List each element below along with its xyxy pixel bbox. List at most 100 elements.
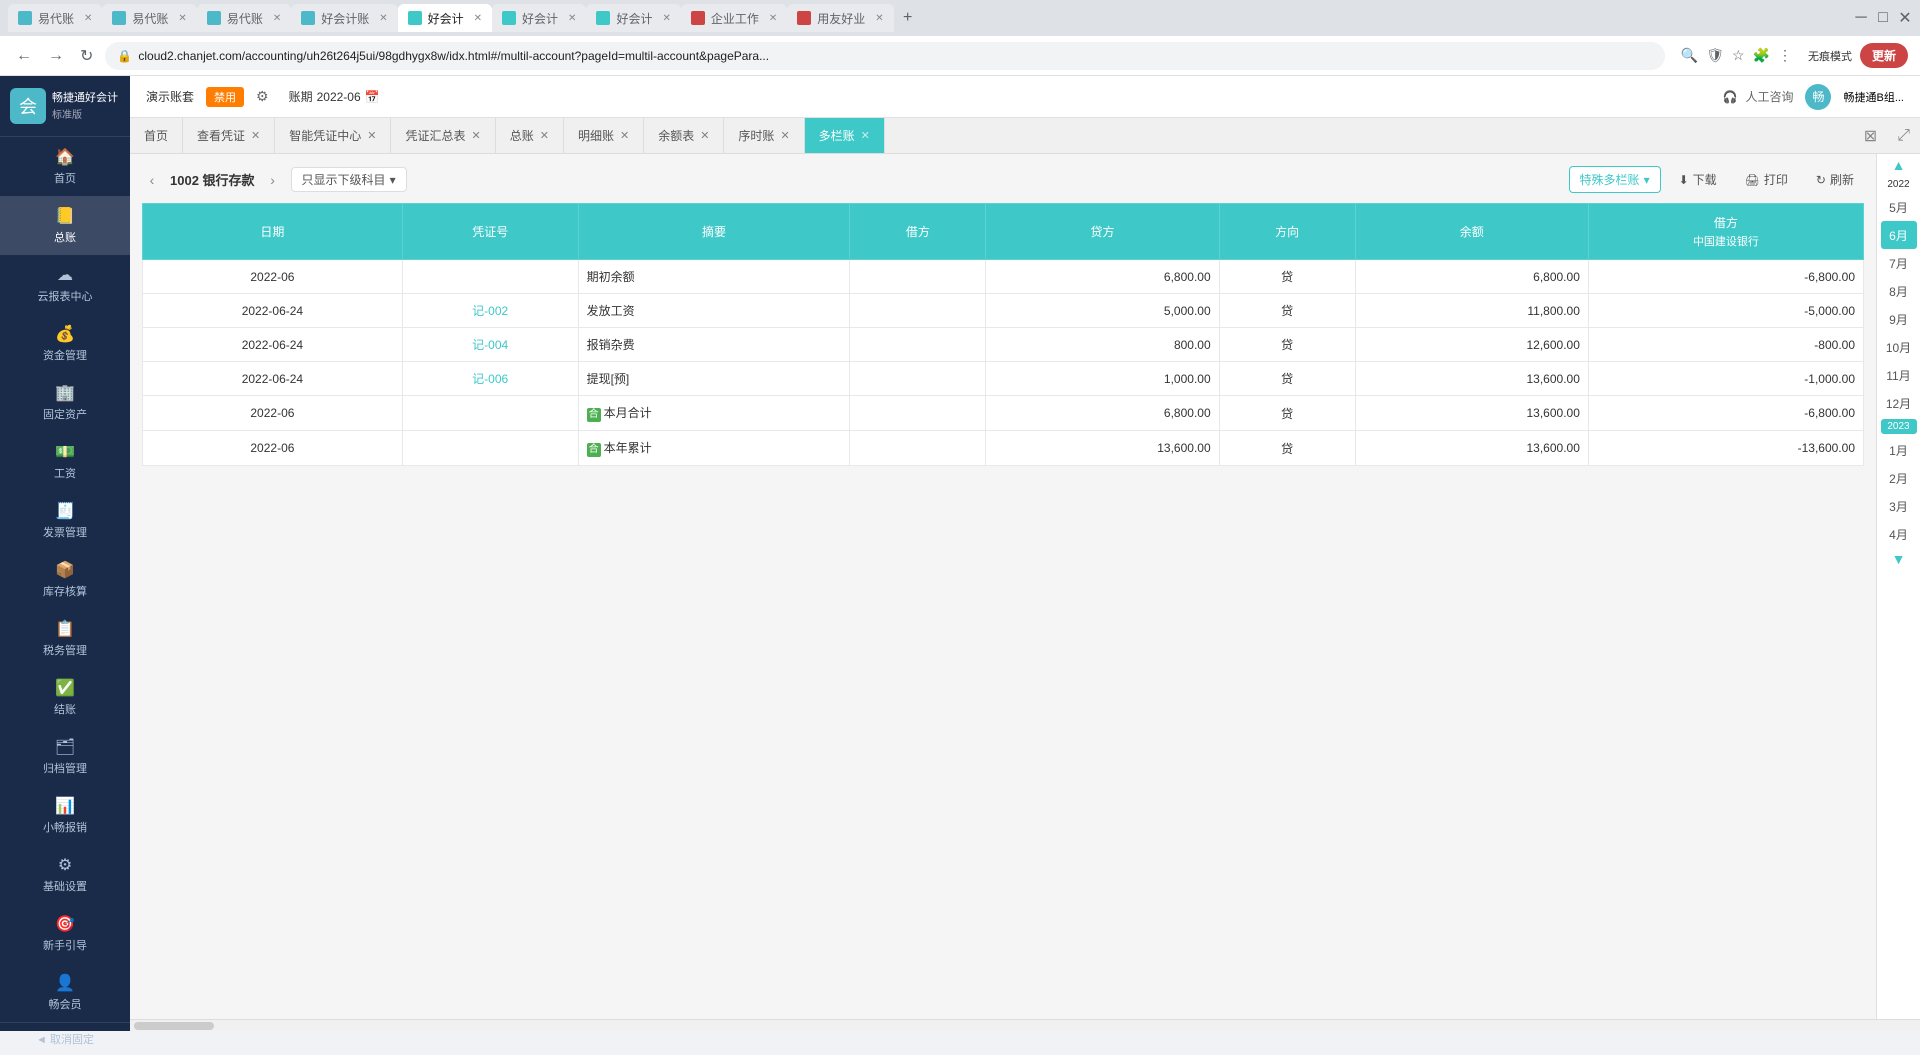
table-cell[interactable]: 记-006 — [402, 362, 578, 396]
sidebar-item-inventory[interactable]: 📦 库存核算 — [0, 550, 130, 609]
nav-tab-smart-voucher[interactable]: 智能凭证中心 ✕ — [275, 118, 391, 154]
calendar-down-button[interactable]: ▼ — [1881, 548, 1917, 570]
cal-month-jul[interactable]: 7月 — [1881, 249, 1917, 277]
sidebar-item-settings[interactable]: ⚙ 基础设置 — [0, 845, 130, 904]
menu-icon[interactable]: ⋮ — [1778, 47, 1792, 64]
nav-tab-general-ledger[interactable]: 总账 ✕ — [496, 118, 564, 154]
nav-tab-close-4[interactable]: ✕ — [540, 129, 549, 142]
maximize-button[interactable]: □ — [1876, 11, 1890, 25]
browser-tab-8[interactable]: 用友好业 ✕ — [787, 4, 893, 32]
nav-tab-close-1[interactable]: ✕ — [251, 129, 260, 142]
browser-tab-4[interactable]: 好会计 ✕ — [398, 4, 492, 32]
user-avatar[interactable]: 畅 — [1805, 84, 1831, 110]
nav-tab-view-voucher[interactable]: 查看凭证 ✕ — [183, 118, 275, 154]
nav-tab-detail-ledger[interactable]: 明细账 ✕ — [564, 118, 644, 154]
cal-month-nov[interactable]: 11月 — [1881, 361, 1917, 389]
special-multicolumn-button[interactable]: 特殊多栏账 ▾ — [1569, 166, 1661, 193]
reload-button[interactable]: ↻ — [76, 42, 97, 70]
extensions-icon[interactable]: 🧩 — [1753, 47, 1770, 64]
nav-tab-journal[interactable]: 序时账 ✕ — [724, 118, 804, 154]
nav-tab-close-5[interactable]: ✕ — [620, 129, 629, 142]
filter-dropdown[interactable]: 只显示下级科目 ▾ — [291, 167, 407, 192]
download-label: 下载 — [1693, 171, 1717, 188]
calendar-icon[interactable]: 📅 — [365, 90, 380, 104]
horizontal-scrollbar[interactable] — [130, 1019, 1920, 1031]
browser-tab-close-4[interactable]: ✕ — [474, 13, 482, 24]
nav-tab-close-2[interactable]: ✕ — [367, 129, 376, 142]
forward-button[interactable]: → — [44, 43, 68, 69]
archive-icon: 🗂 — [55, 737, 75, 757]
browser-tab-close-7[interactable]: ✕ — [769, 13, 777, 24]
cal-month-jan[interactable]: 1月 — [1881, 436, 1917, 464]
address-bar[interactable]: 🔒 cloud2.chanjet.com/accounting/uh26t264… — [105, 42, 1664, 70]
search-icon[interactable]: 🔍 — [1681, 47, 1698, 64]
browser-tab-close-3[interactable]: ✕ — [379, 13, 387, 24]
nav-tab-voucher-summary[interactable]: 凭证汇总表 ✕ — [391, 118, 495, 154]
browser-tab-6[interactable]: 好会计 ✕ — [586, 4, 680, 32]
nav-tab-close-8[interactable]: ✕ — [861, 129, 870, 142]
browser-tab-3[interactable]: 好会计账 ✕ — [291, 4, 397, 32]
user-service[interactable]: 🎧 人工咨询 — [1723, 88, 1794, 105]
sidebar-item-fund[interactable]: 💰 资金管理 — [0, 314, 130, 373]
sidebar-item-fixed-assets[interactable]: 🏢 固定资产 — [0, 373, 130, 432]
sidebar-item-archive[interactable]: 🗂 归档管理 — [0, 727, 130, 786]
table-cell[interactable]: 记-004 — [402, 328, 578, 362]
sidebar-item-invoice[interactable]: 🧾 发票管理 — [0, 491, 130, 550]
cal-month-oct[interactable]: 10月 — [1881, 333, 1917, 361]
settings-gear-icon[interactable]: ⚙ — [256, 88, 269, 105]
sidebar-item-guide[interactable]: 🎯 新手引导 — [0, 904, 130, 963]
browser-tab-1[interactable]: 易代账 ✕ — [102, 4, 196, 32]
browser-tab-5[interactable]: 好会计 ✕ — [492, 4, 586, 32]
nav-tab-balance[interactable]: 余额表 ✕ — [644, 118, 724, 154]
sidebar-item-cloud-report[interactable]: ☁ 云报表中心 — [0, 255, 130, 314]
expand-panel-button[interactable]: ⤢ — [1887, 127, 1920, 145]
sidebar-item-home[interactable]: 🏠 首页 — [0, 137, 130, 196]
table-cell: 贷 — [1219, 294, 1355, 328]
refresh-button[interactable]: ↻ 刷新 — [1806, 167, 1864, 192]
nav-tab-home[interactable]: 首页 — [130, 118, 183, 154]
browser-tab-close-8[interactable]: ✕ — [875, 13, 883, 24]
nav-tab-close-6[interactable]: ✕ — [700, 129, 709, 142]
sidebar-item-expense[interactable]: 📊 小畅报销 — [0, 786, 130, 845]
browser-tab-close-0[interactable]: ✕ — [84, 13, 92, 24]
back-button[interactable]: ← — [12, 43, 36, 69]
browser-tab-2[interactable]: 易代账 ✕ — [197, 4, 291, 32]
star-icon[interactable]: ☆ — [1732, 47, 1745, 64]
minimize-button[interactable]: ─ — [1854, 11, 1868, 25]
print-button[interactable]: 🖨 打印 — [1735, 167, 1798, 192]
browser-tab-close-2[interactable]: ✕ — [273, 13, 281, 24]
browser-tab-0[interactable]: 易代账 ✕ — [8, 4, 102, 32]
cal-month-feb[interactable]: 2月 — [1881, 464, 1917, 492]
browser-tab-close-5[interactable]: ✕ — [568, 13, 576, 24]
sidebar-item-member[interactable]: 👤 畅会员 — [0, 963, 130, 1022]
nav-tab-close-3[interactable]: ✕ — [472, 129, 481, 142]
sidebar-pin-button[interactable]: ◄ 取消固定 — [0, 1022, 130, 1055]
browser-tab-7[interactable]: 企业工作 ✕ — [681, 4, 787, 32]
collapse-tabs-button[interactable]: ⊠ — [1854, 126, 1887, 146]
download-button[interactable]: ⬇ 下载 — [1669, 167, 1727, 192]
cal-month-may[interactable]: 5月 — [1881, 193, 1917, 221]
cal-month-mar[interactable]: 3月 — [1881, 492, 1917, 520]
account-prev-button[interactable]: ‹ — [142, 170, 162, 190]
table-cell[interactable]: 记-002 — [402, 294, 578, 328]
shield-icon[interactable]: 🛡 — [1706, 47, 1724, 64]
sidebar-item-ledger[interactable]: 📒 总账 — [0, 196, 130, 255]
nav-tab-close-7[interactable]: ✕ — [780, 129, 789, 142]
sidebar-item-payroll[interactable]: 💵 工资 — [0, 432, 130, 491]
sidebar-item-close-account[interactable]: ✅ 结账 — [0, 668, 130, 727]
nav-tab-multicolumn[interactable]: 多栏账 ✕ — [805, 118, 885, 154]
cal-month-jun[interactable]: 6月 — [1881, 221, 1917, 249]
browser-tab-close-6[interactable]: ✕ — [662, 13, 670, 24]
cal-month-aug[interactable]: 8月 — [1881, 277, 1917, 305]
calendar-up-button[interactable]: ▲ — [1881, 154, 1917, 176]
scroll-thumb[interactable] — [134, 1022, 214, 1030]
account-next-button[interactable]: › — [263, 170, 283, 190]
sidebar-item-tax[interactable]: 📋 税务管理 — [0, 609, 130, 668]
update-button[interactable]: 更新 — [1860, 43, 1908, 68]
close-button[interactable]: ✕ — [1898, 11, 1912, 25]
cal-month-sep[interactable]: 9月 — [1881, 305, 1917, 333]
new-tab-button[interactable]: + — [894, 4, 922, 32]
cal-month-apr[interactable]: 4月 — [1881, 520, 1917, 548]
browser-tab-close-1[interactable]: ✕ — [178, 13, 186, 24]
cal-month-dec[interactable]: 12月 — [1881, 389, 1917, 417]
